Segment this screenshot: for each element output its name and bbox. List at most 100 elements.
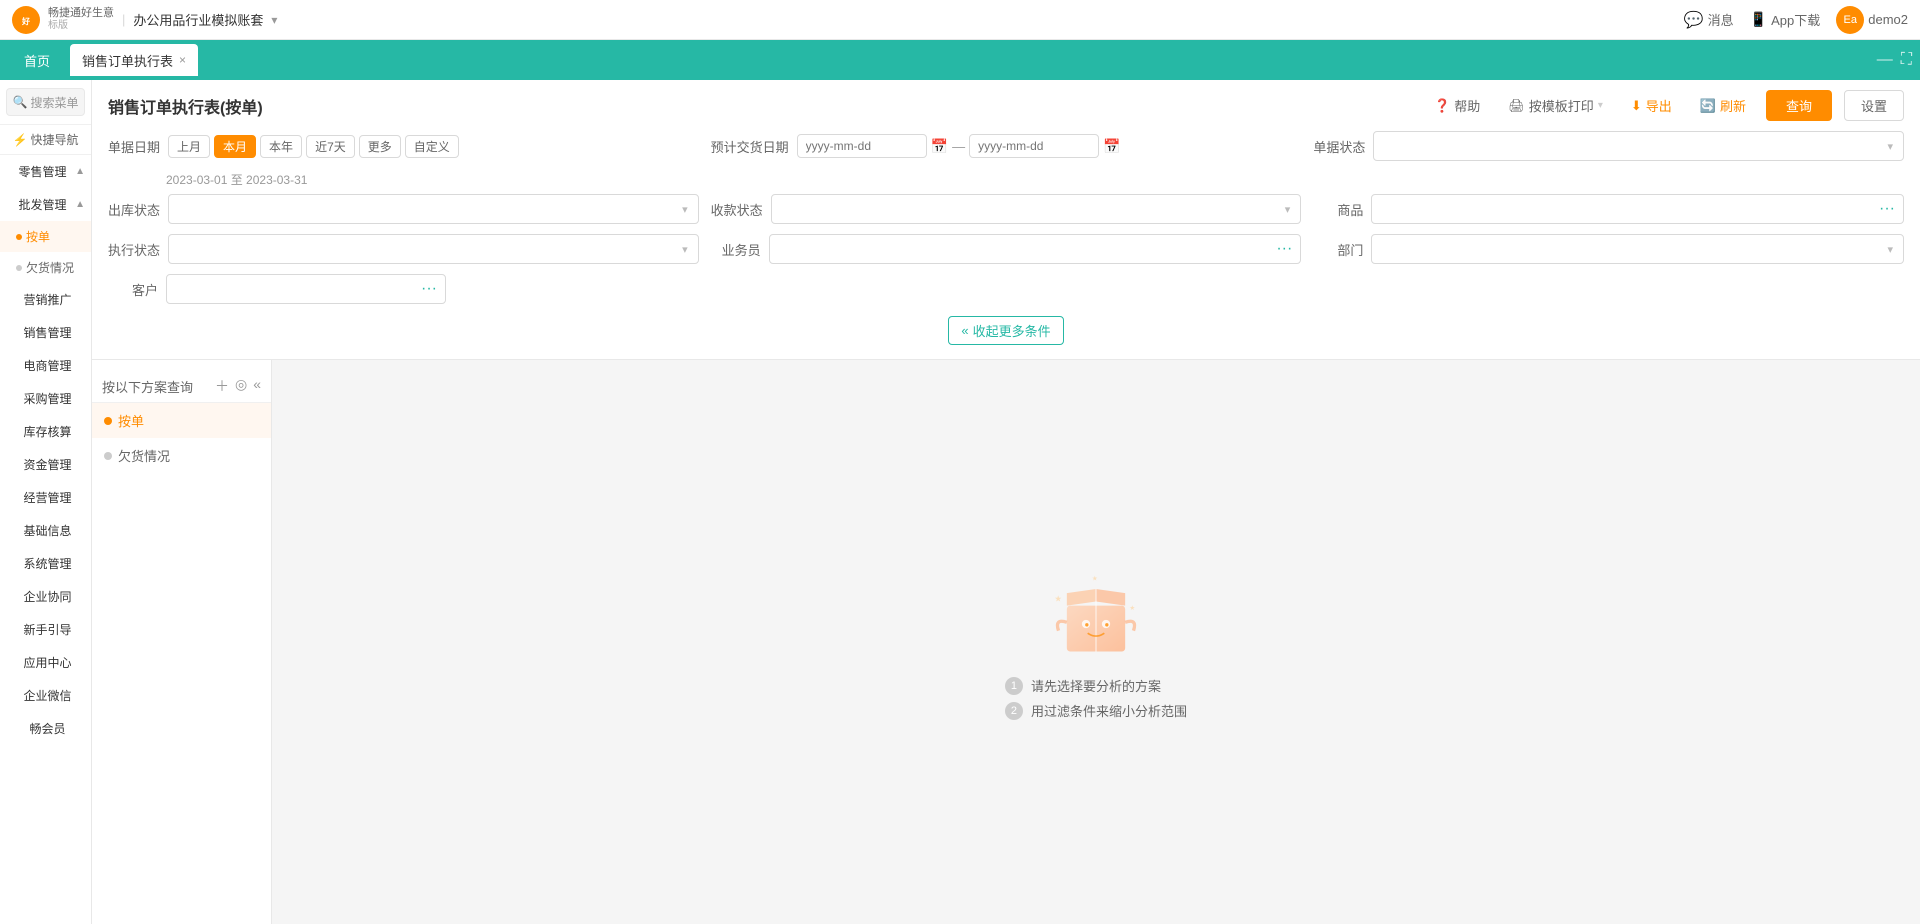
sidebar-item-app-center[interactable]: 应用中心 (0, 646, 91, 679)
sidebar-item-finance[interactable]: 资金管理 (0, 448, 91, 481)
svg-text:好: 好 (21, 16, 30, 26)
out-status-arrow-icon: ▾ (682, 203, 688, 216)
sidebar-item-corp-wechat[interactable]: 企业微信 (0, 679, 91, 712)
out-status-select[interactable]: ▾ (168, 194, 699, 224)
app-logo: 好 (12, 6, 40, 34)
out-status-cell: 出库状态 ▾ (108, 194, 699, 224)
top-bar: 好 畅捷通好生意 标版 | 办公用品行业模拟账套 ▾ 💬 消息 📱 App下载 … (0, 0, 1920, 40)
quick-nav-btn[interactable]: ⚡ 快捷导航 (0, 125, 91, 155)
refresh-icon: 🔄 (1700, 98, 1716, 114)
top-area: 销售订单执行表(按单) ❓ 帮助 🖨 按模板打印 ▾ ⬇ 导出 (92, 80, 1920, 360)
left-panel-item-press-order[interactable]: 按单 (92, 403, 271, 438)
doc-status-cell: 单据状态 ▾ (1313, 131, 1904, 161)
goods-dots-icon[interactable]: ··· (1879, 200, 1895, 218)
doc-status-label: 单据状态 (1313, 137, 1365, 156)
sidebar-item-purchase[interactable]: 采购管理 (0, 382, 91, 415)
collapse-conditions-btn[interactable]: « 收起更多条件 (948, 316, 1063, 345)
exec-status-arrow-icon: ▾ (682, 243, 688, 256)
svg-text:★: ★ (1129, 604, 1135, 612)
add-scheme-icon[interactable]: ＋ (215, 376, 229, 396)
empty-steps: 1 请先选择要分析的方案 2 用过滤条件来缩小分析范围 (1005, 676, 1187, 720)
sidebar-item-ecommerce[interactable]: 电商管理 (0, 349, 91, 382)
empty-step-2: 2 用过滤条件来缩小分析范围 (1005, 701, 1187, 720)
sidebar-item-operations[interactable]: 经营管理 (0, 481, 91, 514)
cal-end-icon[interactable]: 📅 (1103, 138, 1120, 155)
sidebar-sub-press-order[interactable]: 按单 (0, 221, 91, 252)
doc-status-arrow-icon: ▾ (1887, 140, 1893, 153)
top-bar-left: 好 畅捷通好生意 标版 | 办公用品行业模拟账套 ▾ (12, 6, 277, 34)
tab-close-icon[interactable]: × (179, 53, 186, 67)
date-separator: — (952, 139, 965, 154)
app-download-btn[interactable]: 📱 App下载 (1750, 10, 1821, 29)
refresh-btn[interactable]: 🔄 刷新 (1692, 92, 1754, 119)
retail-expand-icon: ▲ (75, 166, 85, 177)
exec-status-select[interactable]: ▾ (168, 234, 699, 264)
sidebar-search-btn[interactable]: 🔍 搜索菜单 (6, 88, 85, 116)
salesperson-cell: 业务员 ··· (711, 234, 1302, 264)
filter-row-2: 出库状态 ▾ 收款状态 ▾ 商品 (108, 194, 1904, 224)
minimize-icon[interactable]: — (1877, 51, 1893, 69)
tab-sales-execution[interactable]: 销售订单执行表 × (70, 44, 198, 76)
dept-label: 部门 (1313, 240, 1363, 259)
sidebar-item-retail-mgmt[interactable]: 零售管理 ▲ (0, 155, 91, 188)
last-month-btn[interactable]: 上月 (168, 135, 210, 158)
receipt-status-label: 收款状态 (711, 200, 763, 219)
help-btn[interactable]: ❓ 帮助 (1426, 92, 1488, 119)
filter-row-1: 单据日期 上月 本月 本年 近7天 更多 自定义 预计交货日期 (108, 131, 1904, 161)
this-month-btn[interactable]: 本月 (214, 135, 256, 158)
dept-arrow-icon: ▾ (1887, 243, 1893, 256)
edit-scheme-icon[interactable]: ◎ (235, 376, 247, 396)
export-btn[interactable]: ⬇ 导出 (1623, 92, 1680, 119)
content-body: 按以下方案查询 ＋ ◎ « 按单 欠货情况 (92, 360, 1920, 924)
sidebar-item-sales-mgmt[interactable]: 销售管理 (0, 316, 91, 349)
expected-date-start[interactable] (797, 134, 927, 158)
receipt-status-select[interactable]: ▾ (771, 194, 1302, 224)
custom-btn[interactable]: 自定义 (405, 135, 459, 158)
message-btn[interactable]: 💬 消息 (1684, 10, 1734, 30)
sidebar-item-enterprise[interactable]: 企业协同 (0, 580, 91, 613)
breadcrumb-arrow-icon[interactable]: ▾ (271, 13, 277, 27)
maximize-icon[interactable]: ⛶ (1901, 51, 1912, 69)
sidebar-item-newbie[interactable]: 新手引导 (0, 613, 91, 646)
filter-row-3: 执行状态 ▾ 业务员 ··· 部门 (108, 234, 1904, 264)
more-btn[interactable]: 更多 (359, 135, 401, 158)
print-btn[interactable]: 🖨 按模板打印 ▾ (1500, 92, 1611, 119)
tab-bar: 首页 销售订单执行表 × — ⛶ (0, 40, 1920, 80)
collapse-panel-icon[interactable]: « (253, 376, 261, 396)
dept-select[interactable]: ▾ (1371, 234, 1904, 264)
settings-button[interactable]: 设置 (1844, 90, 1904, 121)
sidebar-item-membership[interactable]: 畅会员 (0, 712, 91, 745)
user-profile[interactable]: Ea demo2 (1836, 6, 1908, 34)
doc-status-select[interactable]: ▾ (1373, 131, 1904, 161)
sidebar-item-marketing[interactable]: 营销推广 (0, 283, 91, 316)
sidebar-sub-debt[interactable]: 欠货情况 (0, 252, 91, 283)
svg-text:★: ★ (1054, 594, 1061, 604)
sidebar-item-base-info[interactable]: 基础信息 (0, 514, 91, 547)
collapse-icon: « (961, 323, 968, 338)
salesperson-dots-icon[interactable]: ··· (1276, 240, 1292, 258)
exec-status-label: 执行状态 (108, 240, 160, 259)
this-year-btn[interactable]: 本年 (260, 135, 302, 158)
receipt-status-cell: 收款状态 ▾ (711, 194, 1302, 224)
expected-date-end[interactable] (969, 134, 1099, 158)
customer-select[interactable]: ··· (166, 274, 446, 304)
breadcrumb[interactable]: 办公用品行业模拟账套 (133, 10, 263, 29)
salesperson-select[interactable]: ··· (769, 234, 1302, 264)
left-panel: 按以下方案查询 ＋ ◎ « 按单 欠货情况 (92, 360, 272, 924)
sidebar-item-wholesale-mgmt[interactable]: 批发管理 ▲ (0, 188, 91, 221)
goods-select[interactable]: ··· (1371, 194, 1904, 224)
salesperson-label: 业务员 (711, 240, 761, 259)
tab-home[interactable]: 首页 (8, 44, 66, 76)
out-status-label: 出库状态 (108, 200, 160, 219)
cal-start-icon[interactable]: 📅 (931, 138, 948, 155)
left-panel-item-debt[interactable]: 欠货情况 (92, 438, 271, 473)
filter-section: 单据日期 上月 本月 本年 近7天 更多 自定义 预计交货日期 (92, 121, 1920, 359)
query-button[interactable]: 查询 (1766, 90, 1832, 121)
sidebar-search: 🔍 搜索菜单 (0, 80, 91, 125)
customer-dots-icon[interactable]: ··· (421, 280, 437, 298)
last7-btn[interactable]: 近7天 (306, 135, 355, 158)
main-layout: 🔍 搜索菜单 ⚡ 快捷导航 零售管理 ▲ 批发管理 ▲ 按单 欠货情况 营销推广 (0, 80, 1920, 924)
customer-label: 客户 (108, 280, 158, 299)
sidebar-item-inventory[interactable]: 库存核算 (0, 415, 91, 448)
sidebar-item-sys-mgmt[interactable]: 系统管理 (0, 547, 91, 580)
